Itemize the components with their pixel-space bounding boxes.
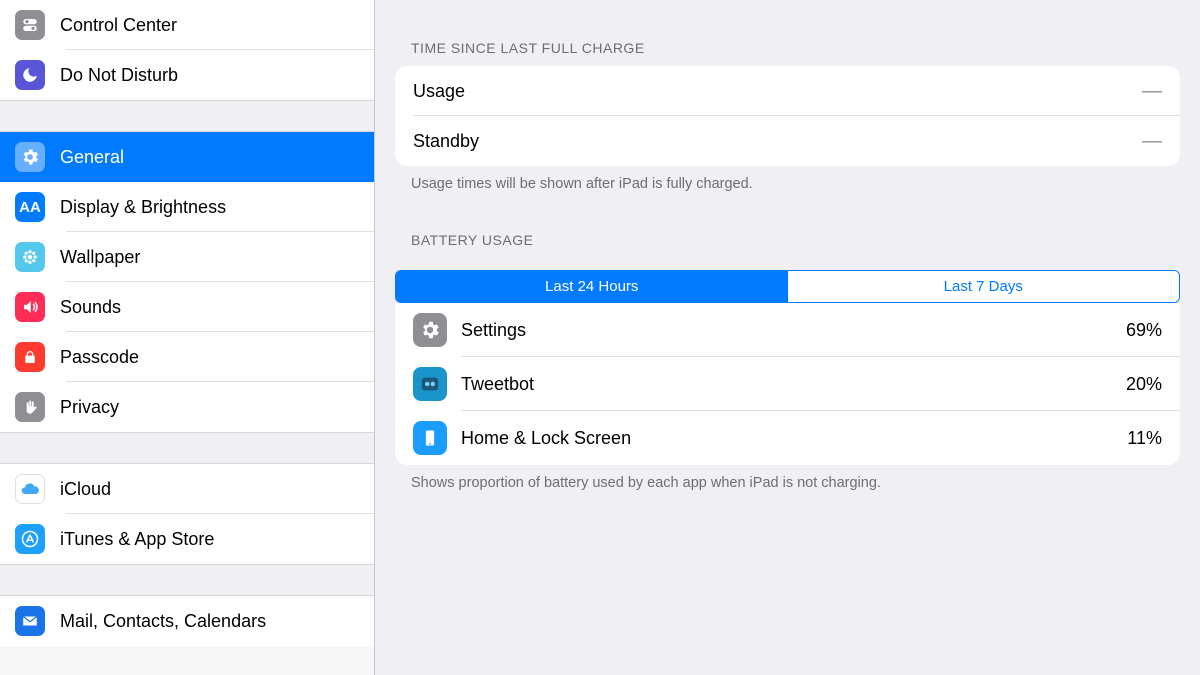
control-center-icon	[15, 10, 45, 40]
hand-icon	[15, 392, 45, 422]
sidebar-item-label: Passcode	[60, 347, 139, 368]
appstore-icon	[15, 524, 45, 554]
text-size-icon: AA	[15, 192, 45, 222]
sidebar-item-label: iTunes & App Store	[60, 529, 214, 550]
row-value: —	[1142, 130, 1162, 153]
app-usage-row-home-lock-screen[interactable]: Home & Lock Screen 11%	[395, 411, 1180, 465]
battery-usage-card: Settings 69% Tweetbot 20% Home & Lock Sc…	[395, 303, 1180, 465]
settings-detail-pane: TIME SINCE LAST FULL CHARGE Usage — Stan…	[375, 0, 1200, 675]
sidebar-item-display-brightness[interactable]: AA Display & Brightness	[0, 182, 374, 232]
sidebar-item-control-center[interactable]: Control Center	[0, 0, 374, 50]
sidebar-item-label: Privacy	[60, 397, 119, 418]
sidebar-group-2: General AA Display & Brightness Wallpape…	[0, 132, 374, 432]
settings-app-icon	[413, 313, 447, 347]
battery-usage-footnote: Shows proportion of battery used by each…	[395, 465, 1180, 491]
app-usage-row-settings[interactable]: Settings 69%	[395, 303, 1180, 357]
sidebar-item-privacy[interactable]: Privacy	[0, 382, 374, 432]
gear-icon	[15, 142, 45, 172]
app-name: Settings	[461, 320, 1126, 341]
app-name: Tweetbot	[461, 374, 1126, 395]
section-header-time-since-charge: TIME SINCE LAST FULL CHARGE	[395, 0, 1180, 66]
sidebar-item-label: Control Center	[60, 15, 177, 36]
segment-last-24-hours[interactable]: Last 24 Hours	[396, 271, 788, 302]
speaker-icon	[15, 292, 45, 322]
time-range-segmented-control: Last 24 Hours Last 7 Days	[395, 270, 1180, 303]
app-percentage: 20%	[1126, 374, 1162, 395]
sidebar-item-passcode[interactable]: Passcode	[0, 332, 374, 382]
sidebar-item-icloud[interactable]: iCloud	[0, 464, 374, 514]
sidebar-item-wallpaper[interactable]: Wallpaper	[0, 232, 374, 282]
sidebar-item-general[interactable]: General	[0, 132, 374, 182]
sidebar-group-separator	[0, 100, 374, 132]
sidebar-item-sounds[interactable]: Sounds	[0, 282, 374, 332]
sidebar-item-itunes-appstore[interactable]: iTunes & App Store	[0, 514, 374, 564]
lock-icon	[15, 342, 45, 372]
sidebar-item-label: Do Not Disturb	[60, 65, 178, 86]
row-value: —	[1142, 80, 1162, 103]
sidebar-group-separator	[0, 432, 374, 464]
time-since-charge-card: Usage — Standby —	[395, 66, 1180, 166]
moon-icon	[15, 60, 45, 90]
settings-sidebar: Control Center Do Not Disturb General AA…	[0, 0, 375, 675]
sidebar-item-label: iCloud	[60, 479, 111, 500]
section-header-battery-usage: BATTERY USAGE	[395, 192, 1180, 258]
home-lock-screen-icon	[413, 421, 447, 455]
app-percentage: 69%	[1126, 320, 1162, 341]
sidebar-item-mail-contacts-calendars[interactable]: Mail, Contacts, Calendars	[0, 596, 374, 646]
sidebar-group-1: Control Center Do Not Disturb	[0, 0, 374, 100]
sidebar-group-4: Mail, Contacts, Calendars	[0, 596, 374, 646]
sidebar-group-3: iCloud iTunes & App Store	[0, 464, 374, 564]
sidebar-item-do-not-disturb[interactable]: Do Not Disturb	[0, 50, 374, 100]
sidebar-item-label: Sounds	[60, 297, 121, 318]
mail-icon	[15, 606, 45, 636]
segment-last-7-days[interactable]: Last 7 Days	[788, 271, 1180, 302]
usage-footnote: Usage times will be shown after iPad is …	[395, 166, 1180, 192]
sidebar-item-label: Display & Brightness	[60, 197, 226, 218]
sidebar-item-label: Mail, Contacts, Calendars	[60, 611, 266, 632]
sidebar-group-separator	[0, 564, 374, 596]
app-name: Home & Lock Screen	[461, 428, 1127, 449]
tweetbot-app-icon	[413, 367, 447, 401]
sidebar-item-label: General	[60, 147, 124, 168]
sidebar-item-label: Wallpaper	[60, 247, 140, 268]
row-usage[interactable]: Usage —	[395, 66, 1180, 116]
row-label: Usage	[413, 81, 465, 102]
row-standby[interactable]: Standby —	[395, 116, 1180, 166]
row-label: Standby	[413, 131, 479, 152]
cloud-icon	[15, 474, 45, 504]
app-percentage: 11%	[1127, 428, 1162, 449]
flower-icon	[15, 242, 45, 272]
app-usage-row-tweetbot[interactable]: Tweetbot 20%	[395, 357, 1180, 411]
